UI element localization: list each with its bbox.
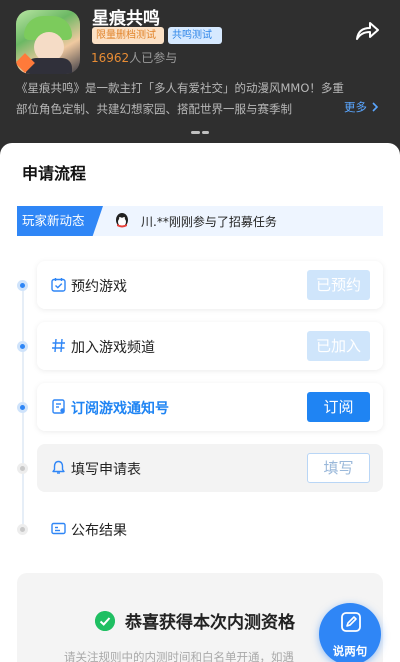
step-label: 预约游戏	[71, 279, 127, 295]
share-icon[interactable]	[354, 20, 380, 42]
subscribe-doc-icon	[52, 399, 65, 414]
result-note: 请关注规则中的内测时间和白名单开通，如遇	[64, 650, 294, 662]
participants-suffix: 人已参与	[129, 51, 178, 65]
step-fill-application: 填写申请表 填写	[37, 444, 383, 492]
timeline-dot-5	[17, 524, 28, 535]
step-label: 填写申请表	[71, 462, 141, 478]
participants-count: 16962人已参与	[91, 49, 177, 66]
tag-limited-test: 限量删档测试	[92, 27, 164, 44]
joined-button[interactable]: 已加入	[307, 331, 370, 361]
step-label: 加入游戏频道	[71, 340, 155, 356]
chevron-right-icon	[372, 102, 378, 112]
step-announce-result: 公布结果	[37, 505, 383, 553]
participants-number: 16962	[91, 51, 130, 65]
subscribe-button[interactable]: 订阅	[307, 392, 370, 422]
game-title: 星痕共鸣	[92, 9, 160, 29]
game-description: 《星痕共鸣》是一款主打「多人有爱社交」的动漫风MMO！多重部位角色定制、共建幻想…	[16, 81, 344, 116]
news-badge: 玩家新动态	[17, 206, 103, 236]
result-title: 恭喜获得本次内测资格	[125, 613, 295, 633]
step-label: 订阅游戏通知号	[71, 401, 169, 417]
timeline-dot-3	[17, 402, 28, 413]
application-sheet: 申请流程 玩家新动态 川.**刚刚参与了招募任务 预约游戏 已预约 加入游戏频道	[0, 143, 400, 662]
timeline-dot-4	[17, 463, 28, 474]
pen-icon	[341, 612, 361, 632]
id-card-icon	[51, 522, 66, 535]
bell-icon	[52, 460, 65, 474]
timeline-dot-1	[17, 280, 28, 291]
game-header: 星痕共鸣 限量删档测试 共鸣测试 16962人已参与 《星痕共鸣》是一款主打「多…	[0, 0, 400, 150]
step-reserve-game: 预约游戏 已预约	[37, 261, 383, 309]
fab-label: 说两句	[332, 644, 368, 658]
sheet-title: 申请流程	[22, 164, 87, 183]
more-link[interactable]: 更多	[342, 99, 379, 115]
step-label: 公布结果	[71, 523, 127, 539]
player-news-bar: 玩家新动态 川.**刚刚参与了招募任务	[17, 206, 383, 236]
fill-form-button[interactable]: 填写	[307, 453, 370, 483]
qq-avatar-icon	[116, 213, 128, 228]
tag-resonance-test: 共鸣测试	[168, 27, 222, 44]
hash-icon	[52, 338, 65, 353]
game-app-icon	[16, 10, 80, 74]
step-subscribe-notice: 订阅游戏通知号 订阅	[37, 383, 383, 431]
carousel-indicator	[191, 131, 211, 135]
more-label: 更多	[344, 100, 367, 114]
step-join-channel: 加入游戏频道 已加入	[37, 322, 383, 370]
comment-fab-button[interactable]: 说两句	[319, 603, 381, 662]
news-text: 川.**刚刚参与了招募任务	[141, 215, 277, 229]
reserved-button[interactable]: 已预约	[307, 270, 370, 300]
calendar-icon	[51, 278, 66, 292]
check-icon	[95, 611, 115, 631]
timeline-dot-2	[17, 341, 28, 352]
